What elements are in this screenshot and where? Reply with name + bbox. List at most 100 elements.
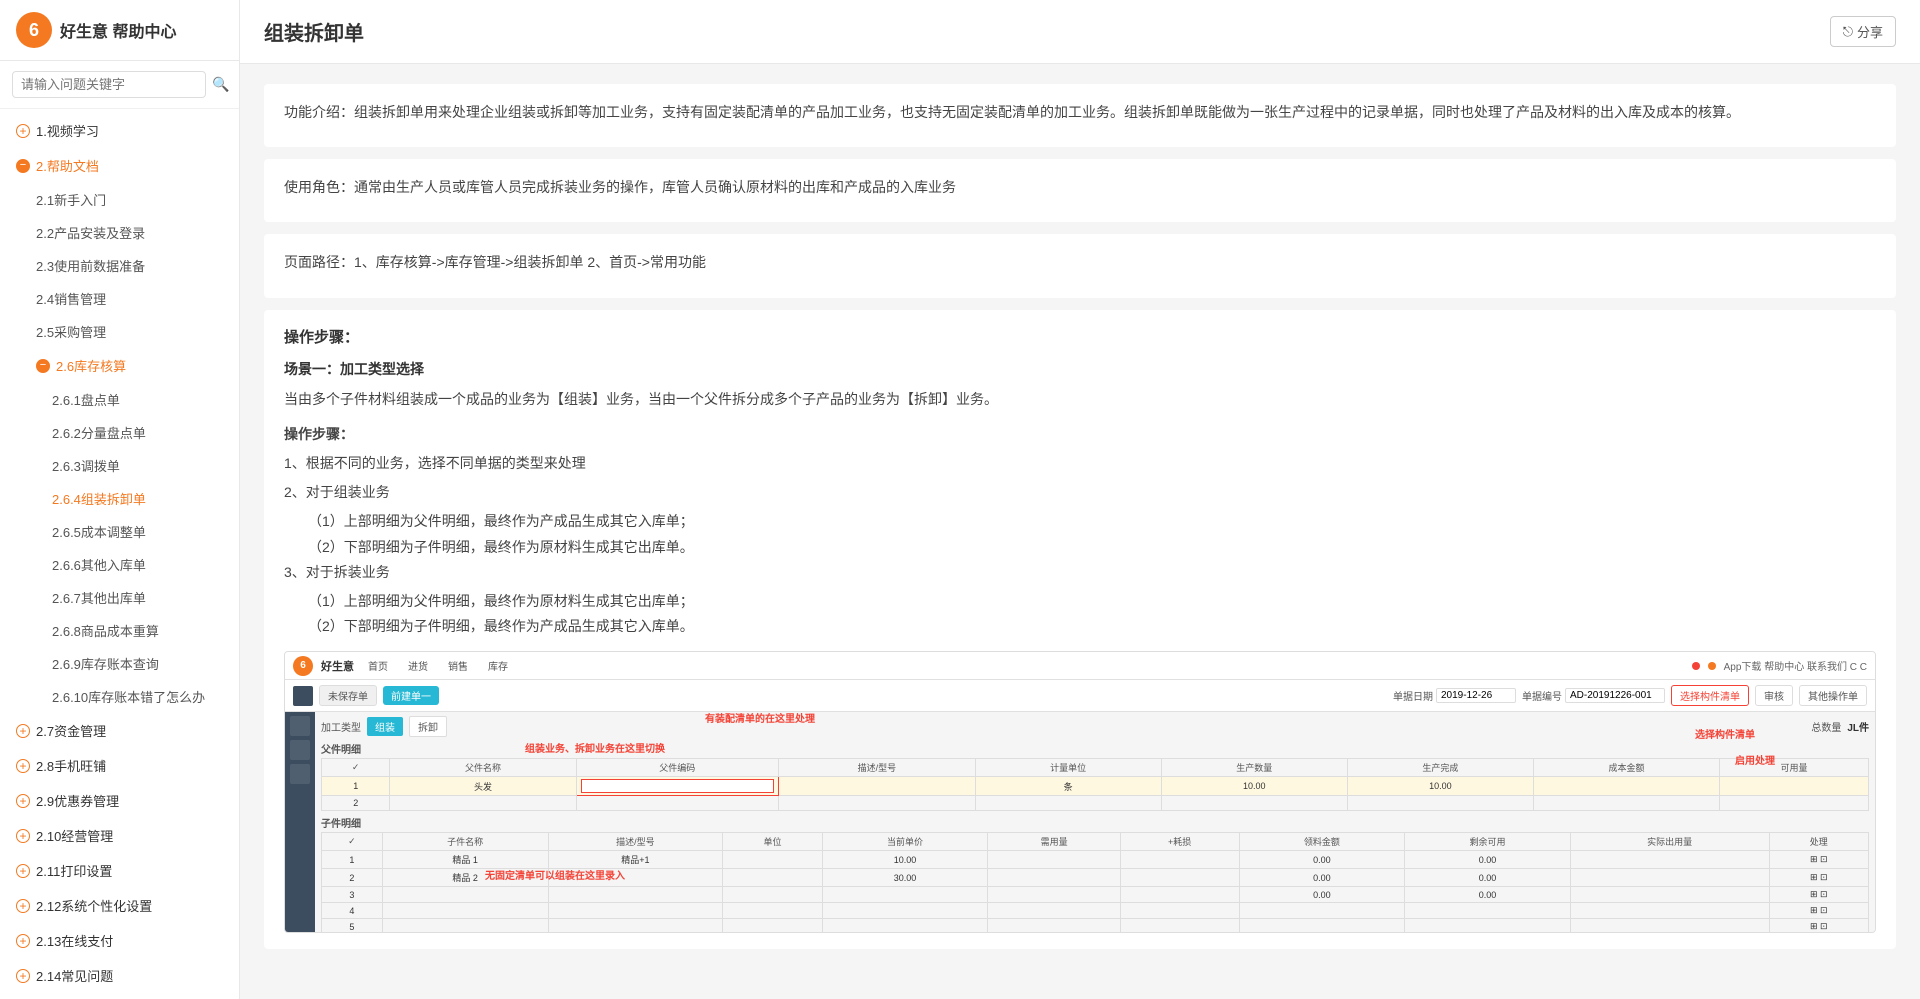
fs-td-desc bbox=[779, 777, 975, 796]
sidebar-item-2-6-10[interactable]: 2.6.10库存账本错了怎么办 bbox=[0, 680, 239, 713]
sidebar-item-mobile[interactable]: + 2.8手机旺铺 bbox=[0, 748, 239, 783]
sidebar-item-2-6-7[interactable]: 2.6.7其他出库单 bbox=[0, 581, 239, 614]
expand-icon: + bbox=[16, 829, 30, 843]
sidebar-item-2-6-2[interactable]: 2.6.2分量盘点单 bbox=[0, 416, 239, 449]
fs-dot-red bbox=[1692, 662, 1700, 670]
sidebar-item-2-6-4[interactable]: 2.6.4组装拆卸单 bbox=[0, 482, 239, 515]
fs-td-prod: 10.00 bbox=[1161, 777, 1347, 796]
fs-child-table-label: 子件明细 bbox=[321, 815, 1869, 830]
sidebar-item-sales[interactable]: 2.4销售管理 bbox=[0, 282, 239, 315]
fs-btn-prev[interactable]: 未保存单 bbox=[319, 685, 377, 706]
table-row: 5⊞ ⊡ bbox=[322, 919, 1869, 933]
share-label: 分享 bbox=[1857, 22, 1883, 41]
fs-th-check: ✓ bbox=[322, 759, 390, 777]
fs-nav-home: 首页 bbox=[362, 656, 394, 675]
fs-child-table: ✓ 子件名称 描述/型号 单位 当前单价 需用量 +耗损 领料金额 bbox=[321, 832, 1869, 932]
fs-btn-action[interactable]: 其他操作单 bbox=[1799, 685, 1867, 706]
fs-qty-label: 总数量 bbox=[1811, 719, 1841, 734]
fs-td-done2 bbox=[1347, 796, 1533, 811]
sidebar-item-2-6-8[interactable]: 2.6.8商品成本重算 bbox=[0, 614, 239, 647]
sidebar-item-customize[interactable]: + 2.12系统个性化设置 bbox=[0, 888, 239, 923]
sidebar-item-docs[interactable]: 2.帮助文档 bbox=[0, 148, 239, 183]
fs-btn-new[interactable]: 前建单一 bbox=[383, 686, 439, 705]
fs-type-value[interactable]: 组装 bbox=[367, 717, 403, 736]
fs-td-desc2 bbox=[779, 796, 975, 811]
fs-ctd-price2: 30.00 bbox=[822, 869, 988, 887]
sidebar-subitem-label: 2.6.8商品成本重算 bbox=[52, 621, 159, 640]
share-button[interactable]: ⎋ 分享 bbox=[1830, 16, 1896, 47]
fs-ctd-unit2 bbox=[723, 869, 822, 887]
sidebar-item-video[interactable]: + 1.视频学习 bbox=[0, 113, 239, 148]
fs-cth-price: 当前单价 bbox=[822, 833, 988, 851]
fs-nav-doc: 进货 bbox=[402, 656, 434, 675]
fs-th-prod-qty: 生产数量 bbox=[1161, 759, 1347, 777]
sidebar-item-label: 2.13在线支付 bbox=[36, 931, 113, 950]
sidebar-subitem-label: 2.6.6其他入库单 bbox=[52, 555, 146, 574]
sidebar-item-2-6-1[interactable]: 2.6.1盘点单 bbox=[0, 383, 239, 416]
sidebar-subitem-label: 2.6.4组装拆卸单 bbox=[52, 489, 146, 508]
fs-th-cost: 成本金额 bbox=[1533, 759, 1719, 777]
page-title: 组装拆卸单 bbox=[264, 17, 364, 46]
scene1-title: 场景一：加工类型选择 bbox=[284, 359, 1876, 379]
fs-td-code[interactable] bbox=[576, 777, 779, 796]
fs-btn-approve[interactable]: 审核 bbox=[1755, 685, 1793, 706]
fs-cth-check: ✓ bbox=[322, 833, 383, 851]
fs-cth-actual: 实际出用量 bbox=[1570, 833, 1769, 851]
main-header: 组装拆卸单 ⎋ 分享 bbox=[240, 0, 1920, 64]
sidebar-item-faq[interactable]: + 2.14常见问题 bbox=[0, 958, 239, 993]
annotation-select-bom: 选择构件清单 bbox=[1695, 726, 1755, 741]
fs-date-input[interactable] bbox=[1436, 688, 1516, 703]
sidebar-item-label: 2.帮助文档 bbox=[36, 156, 99, 175]
fs-ctd-actual bbox=[1570, 851, 1769, 869]
fs-th-code: 父件编码 bbox=[576, 759, 779, 777]
sidebar-subitem-label: 2.4销售管理 bbox=[36, 289, 106, 308]
expand-icon: + bbox=[16, 969, 30, 983]
fs-th-prod-done: 生产完成 bbox=[1347, 759, 1533, 777]
fs-topbar: 6 好生意 首页 进货 销售 库存 App下载 帮助中心 联系我们 C C bbox=[285, 652, 1875, 680]
fs-dot-orange bbox=[1708, 662, 1716, 670]
sidebar-item-data-prep[interactable]: 2.3使用前数据准备 bbox=[0, 249, 239, 282]
path-block: 页面路径：1、库存核算->库存管理->组装拆卸单 2、首页->常用功能 bbox=[264, 234, 1896, 297]
fs-td-prod2 bbox=[1161, 796, 1347, 811]
annotation-bom: 有装配清单的在这里处理 bbox=[705, 712, 815, 725]
fs-cth-remain: 剩余可用 bbox=[1405, 833, 1571, 851]
fs-ctd-name: 精品 1 bbox=[382, 851, 548, 869]
fs-th-unit: 计量单位 bbox=[975, 759, 1161, 777]
sidebar-item-newbie[interactable]: 2.1新手入门 bbox=[0, 183, 239, 216]
fs-td-cost bbox=[1533, 777, 1719, 796]
fs-child-header-row: ✓ 子件名称 描述/型号 单位 当前单价 需用量 +耗损 领料金额 bbox=[322, 833, 1869, 851]
sidebar-item-inventory[interactable]: 2.6库存核算 bbox=[0, 348, 239, 383]
sidebar-item-cases[interactable]: + 2.15操作案例 bbox=[0, 993, 239, 999]
sidebar-item-ops[interactable]: + 2.10经营管理 bbox=[0, 818, 239, 853]
sidebar-item-2-6-5[interactable]: 2.6.5成本调整单 bbox=[0, 515, 239, 548]
fs-id-input[interactable] bbox=[1565, 688, 1665, 703]
sidebar-item-2-6-6[interactable]: 2.6.6其他入库单 bbox=[0, 548, 239, 581]
fs-main-body: 加工类型 组装 拆卸 总数量 JL件 父件明细 bbox=[315, 712, 1875, 932]
fs-th-desc: 描述/型号 bbox=[779, 759, 975, 777]
fs-ctd-act2: ⊞ ⊡ bbox=[1769, 869, 1868, 887]
table-row: 2 bbox=[322, 796, 1869, 811]
sidebar-item-finance[interactable]: + 2.7资金管理 bbox=[0, 713, 239, 748]
sidebar-item-purchase[interactable]: 2.5采购管理 bbox=[0, 315, 239, 348]
sidebar-item-payment[interactable]: + 2.13在线支付 bbox=[0, 923, 239, 958]
sidebar-item-install[interactable]: 2.2产品安装及登录 bbox=[0, 216, 239, 249]
sidebar-item-label: 2.7资金管理 bbox=[36, 721, 106, 740]
fs-type-alt[interactable]: 拆卸 bbox=[409, 716, 447, 737]
fs-left-panel bbox=[285, 712, 315, 932]
fs-ctd-unit bbox=[723, 851, 822, 869]
annotation-switch: 组装业务、拆卸业务在这里切换 bbox=[525, 740, 665, 755]
sidebar-subitem-label: 2.3使用前数据准备 bbox=[36, 256, 145, 275]
share-icon: ⎋ bbox=[1843, 24, 1853, 40]
fs-td-av2 bbox=[1720, 796, 1869, 811]
fs-btn-select-bom[interactable]: 选择构件清单 bbox=[1671, 685, 1749, 706]
sidebar-item-coupon[interactable]: + 2.9优惠券管理 bbox=[0, 783, 239, 818]
search-input[interactable] bbox=[12, 71, 206, 98]
sidebar-item-label: 2.12系统个性化设置 bbox=[36, 896, 152, 915]
fs-toolbar: 未保存单 前建单一 单据日期 单据编号 选择构件清单 审核 bbox=[285, 680, 1875, 712]
fs-cth-amt: 领料金额 bbox=[1239, 833, 1405, 851]
search-icon[interactable]: 🔍 bbox=[212, 76, 229, 93]
sidebar-item-2-6-9[interactable]: 2.6.9库存账本查询 bbox=[0, 647, 239, 680]
sidebar-item-print[interactable]: + 2.11打印设置 bbox=[0, 853, 239, 888]
fs-id-field: 单据编号 bbox=[1522, 688, 1665, 703]
sidebar-item-2-6-3[interactable]: 2.6.3调拨单 bbox=[0, 449, 239, 482]
